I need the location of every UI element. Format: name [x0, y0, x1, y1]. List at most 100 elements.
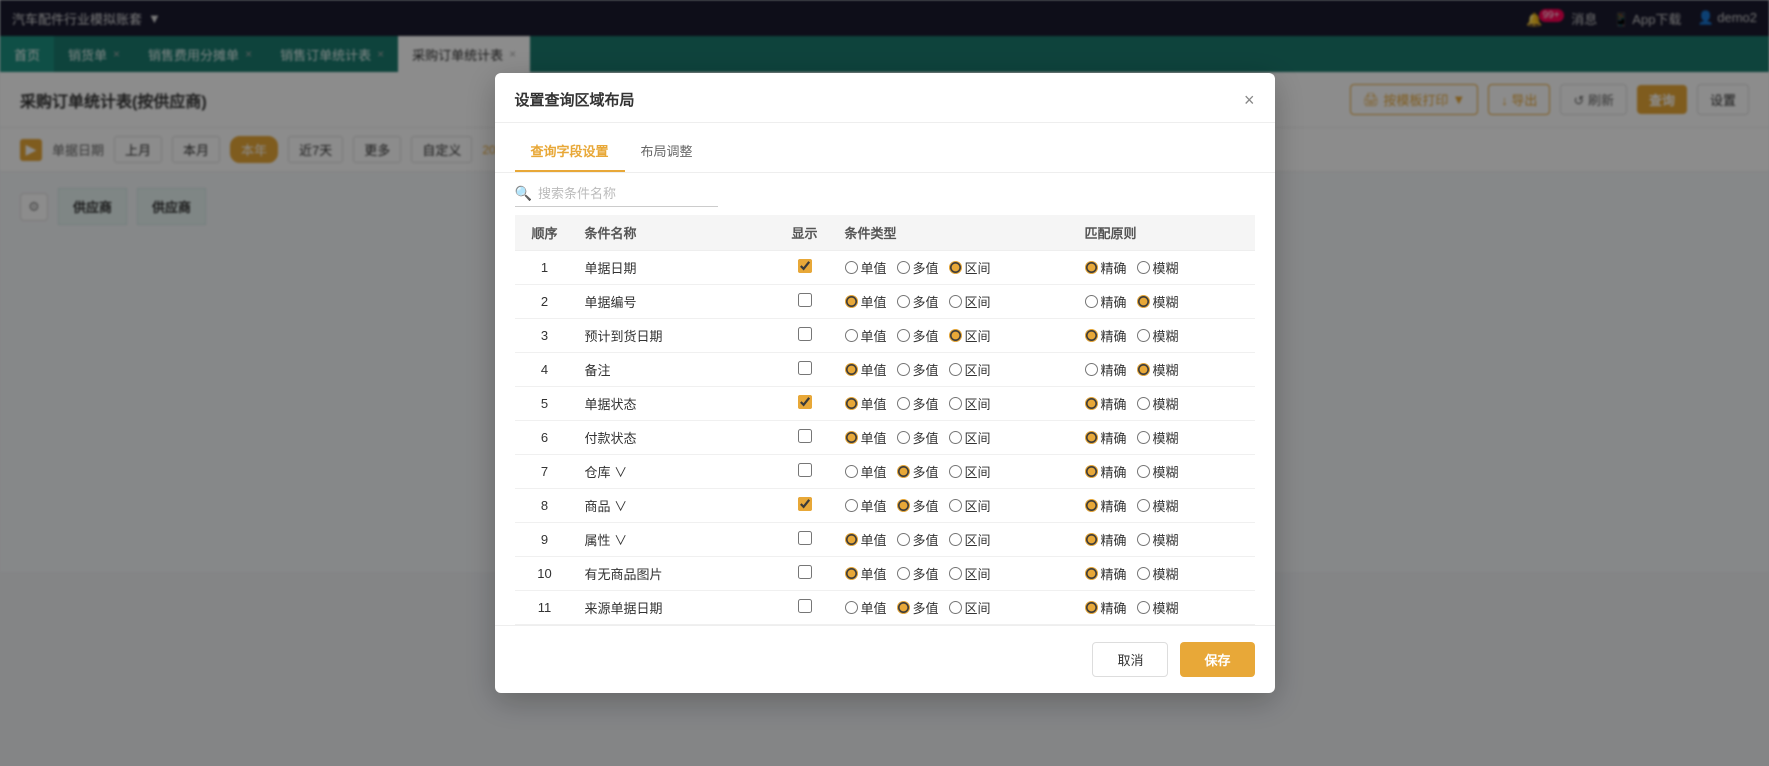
- type-radio-区间[interactable]: 区间: [949, 598, 991, 617]
- type-radio-单值[interactable]: 单值: [845, 462, 887, 481]
- type-radio-多值[interactable]: 多值: [897, 394, 939, 413]
- th-type: 条件类型: [835, 215, 1075, 251]
- type-radio-单值[interactable]: 单值: [845, 326, 887, 345]
- match-radio-模糊[interactable]: 模糊: [1137, 292, 1179, 311]
- row-type-cell: 单值多值区间: [835, 285, 1075, 319]
- row-order: 7: [515, 455, 575, 489]
- display-checkbox[interactable]: [798, 533, 812, 548]
- row-display-cell: [775, 489, 835, 523]
- type-radio-单值[interactable]: 单值: [845, 292, 887, 311]
- type-radio-多值[interactable]: 多值: [897, 496, 939, 515]
- type-radio-多值[interactable]: 多值: [897, 360, 939, 379]
- display-checkbox[interactable]: [798, 261, 812, 276]
- match-radio-模糊[interactable]: 模糊: [1137, 394, 1179, 413]
- type-radio-区间[interactable]: 区间: [949, 530, 991, 549]
- type-radio-单值[interactable]: 单值: [845, 428, 887, 447]
- cancel-button[interactable]: 取消: [1092, 642, 1168, 677]
- row-match-cell: 精确模糊: [1075, 489, 1255, 523]
- type-radio-多值[interactable]: 多值: [897, 326, 939, 345]
- display-checkbox[interactable]: [798, 431, 812, 446]
- type-radio-多值[interactable]: 多值: [897, 292, 939, 311]
- match-radio-精确[interactable]: 精确: [1085, 394, 1127, 413]
- table-row: 7仓库 ∨ 单值多值区间 精确模糊: [515, 455, 1255, 489]
- table-row: 1单据日期单值多值区间精确模糊: [515, 251, 1255, 285]
- match-radio-精确[interactable]: 精确: [1085, 462, 1127, 481]
- display-checkbox[interactable]: [798, 329, 812, 344]
- table-row: 6付款状态单值多值区间精确模糊: [515, 421, 1255, 455]
- match-radio-模糊[interactable]: 模糊: [1137, 598, 1179, 617]
- type-radio-多值[interactable]: 多值: [897, 564, 939, 583]
- match-radio-模糊[interactable]: 模糊: [1137, 496, 1179, 515]
- type-radio-区间[interactable]: 区间: [949, 394, 991, 413]
- match-radio-模糊[interactable]: 模糊: [1137, 360, 1179, 379]
- row-match-cell: 精确模糊: [1075, 251, 1255, 285]
- match-radio-精确[interactable]: 精确: [1085, 428, 1127, 447]
- type-radio-区间[interactable]: 区间: [949, 496, 991, 515]
- save-button[interactable]: 保存: [1180, 642, 1254, 677]
- type-radio-单值[interactable]: 单值: [845, 530, 887, 549]
- type-radio-单值[interactable]: 单值: [845, 598, 887, 617]
- type-radio-区间[interactable]: 区间: [949, 258, 991, 277]
- search-input[interactable]: [538, 186, 718, 201]
- row-type-cell: 单值多值区间: [835, 387, 1075, 421]
- type-radio-区间[interactable]: 区间: [949, 428, 991, 447]
- row-condition-name: 单据状态: [575, 387, 775, 421]
- match-radio-模糊[interactable]: 模糊: [1137, 258, 1179, 277]
- row-display-cell: [775, 251, 835, 285]
- match-radio-模糊[interactable]: 模糊: [1137, 564, 1179, 583]
- type-radio-区间[interactable]: 区间: [949, 326, 991, 345]
- row-order: 4: [515, 353, 575, 387]
- row-match-cell: 精确模糊: [1075, 557, 1255, 591]
- match-radio-精确[interactable]: 精确: [1085, 530, 1127, 549]
- type-radio-区间[interactable]: 区间: [949, 462, 991, 481]
- type-radio-多值[interactable]: 多值: [897, 258, 939, 277]
- row-order: 3: [515, 319, 575, 353]
- row-display-cell: [775, 421, 835, 455]
- type-radio-多值[interactable]: 多值: [897, 462, 939, 481]
- type-radio-多值[interactable]: 多值: [897, 530, 939, 549]
- type-radio-区间[interactable]: 区间: [949, 564, 991, 583]
- row-condition-name: 仓库 ∨: [575, 455, 775, 489]
- display-checkbox[interactable]: [798, 465, 812, 480]
- type-radio-单值[interactable]: 单值: [845, 360, 887, 379]
- type-radio-单值[interactable]: 单值: [845, 496, 887, 515]
- table-row: 4备注 单值多值区间 精确模糊: [515, 353, 1255, 387]
- match-radio-精确[interactable]: 精确: [1085, 326, 1127, 345]
- match-radio-模糊[interactable]: 模糊: [1137, 326, 1179, 345]
- row-match-cell: 精确模糊: [1075, 455, 1255, 489]
- match-radio-模糊[interactable]: 模糊: [1137, 530, 1179, 549]
- match-radio-精确[interactable]: 精确: [1085, 496, 1127, 515]
- table-row: 10有无商品图片单值多值区间精确模糊: [515, 557, 1255, 591]
- match-radio-精确[interactable]: 精确: [1085, 292, 1127, 311]
- display-checkbox[interactable]: [798, 601, 812, 616]
- row-order: 6: [515, 421, 575, 455]
- tab-layout-adjust[interactable]: 布局调整: [625, 135, 709, 172]
- match-radio-模糊[interactable]: 模糊: [1137, 462, 1179, 481]
- display-checkbox[interactable]: [798, 295, 812, 310]
- display-checkbox[interactable]: [798, 397, 812, 412]
- match-radio-精确[interactable]: 精确: [1085, 360, 1127, 379]
- modal-table-wrap: 顺序 条件名称 显示 条件类型 匹配原则: [495, 215, 1275, 625]
- type-radio-区间[interactable]: 区间: [949, 360, 991, 379]
- type-radio-多值[interactable]: 多值: [897, 428, 939, 447]
- row-match-cell: 精确模糊: [1075, 319, 1255, 353]
- display-checkbox[interactable]: [798, 499, 812, 514]
- display-checkbox[interactable]: [798, 567, 812, 582]
- row-order: 10: [515, 557, 575, 591]
- type-radio-单值[interactable]: 单值: [845, 564, 887, 583]
- modal-close-button[interactable]: ×: [1244, 91, 1255, 109]
- type-radio-单值[interactable]: 单值: [845, 258, 887, 277]
- match-radio-精确[interactable]: 精确: [1085, 598, 1127, 617]
- type-radio-区间[interactable]: 区间: [949, 292, 991, 311]
- tab-query-fields[interactable]: 查询字段设置: [515, 135, 625, 172]
- row-condition-name: 备注: [575, 353, 775, 387]
- row-type-cell: 单值多值区间: [835, 319, 1075, 353]
- row-condition-name: 单据日期: [575, 251, 775, 285]
- match-radio-精确[interactable]: 精确: [1085, 258, 1127, 277]
- match-radio-精确[interactable]: 精确: [1085, 564, 1127, 583]
- display-checkbox[interactable]: [798, 363, 812, 378]
- type-radio-单值[interactable]: 单值: [845, 394, 887, 413]
- match-radio-模糊[interactable]: 模糊: [1137, 428, 1179, 447]
- type-radio-多值[interactable]: 多值: [897, 598, 939, 617]
- table-row: 3预计到货日期单值多值区间精确模糊: [515, 319, 1255, 353]
